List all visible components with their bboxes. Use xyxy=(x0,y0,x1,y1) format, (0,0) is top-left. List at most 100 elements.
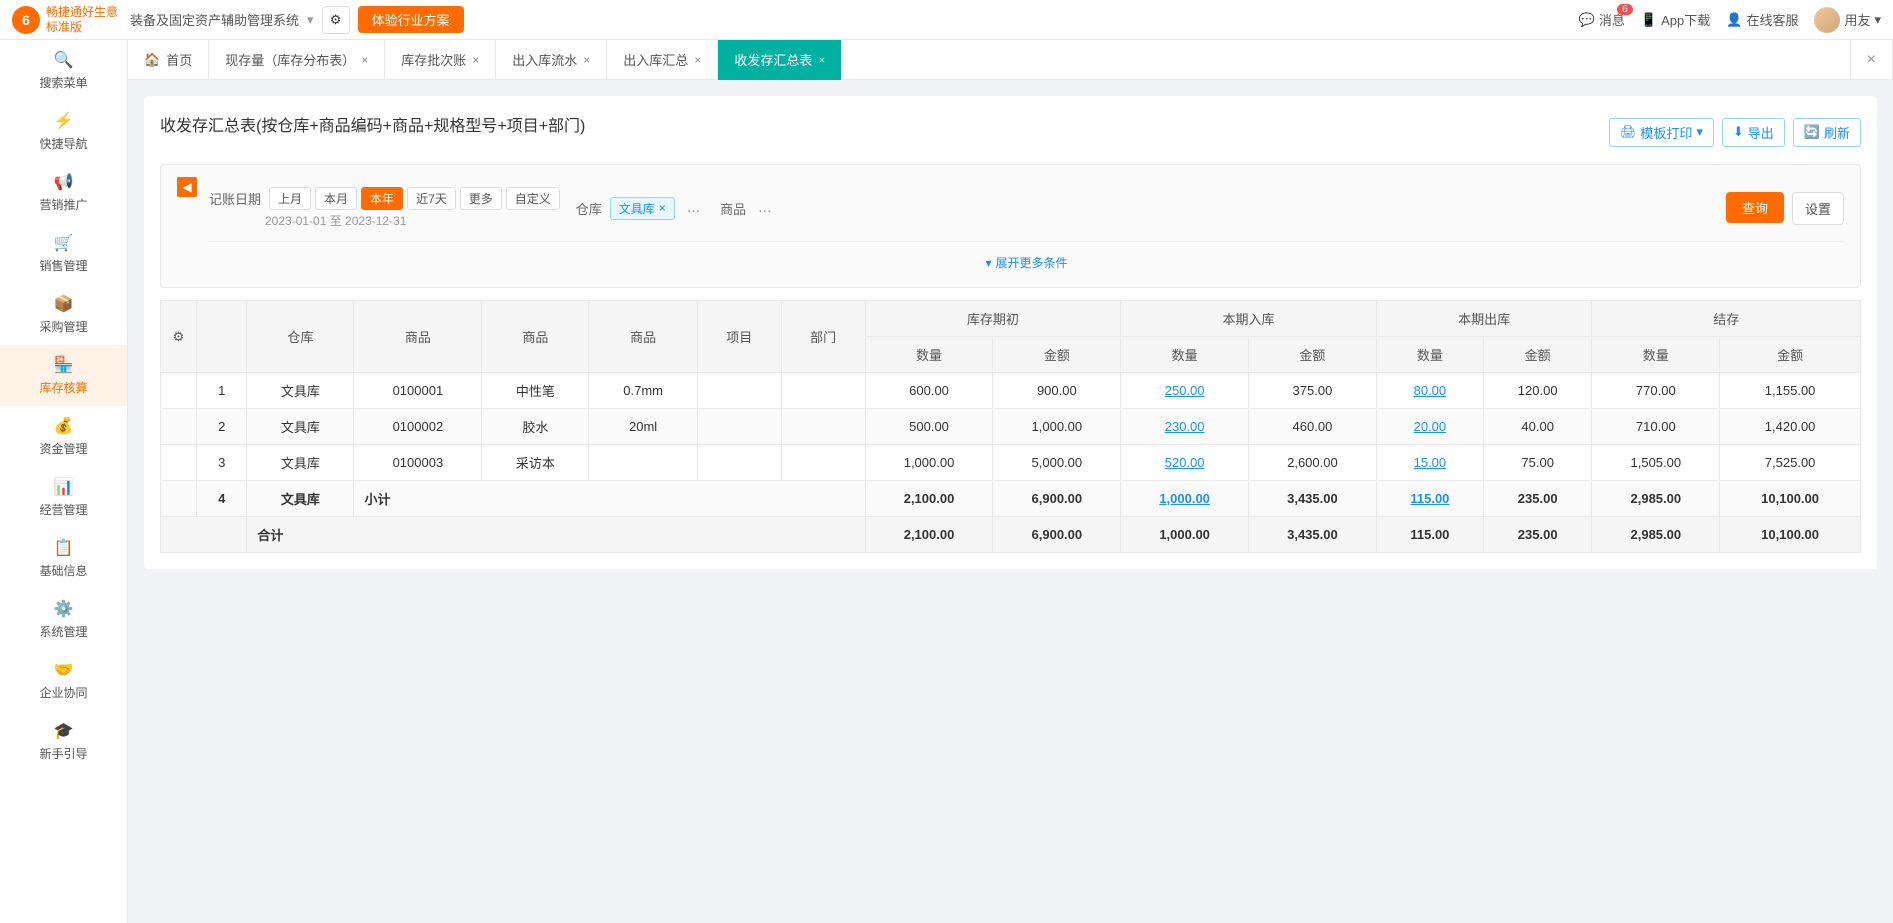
print-button[interactable]: 🖨 模板打印 ▾ xyxy=(1609,118,1714,147)
sidebar-item-marketing[interactable]: 📢 营销推广 xyxy=(0,162,127,223)
collapse-arrow[interactable]: ◀ xyxy=(177,177,197,197)
query-button[interactable]: 查询 xyxy=(1726,192,1784,223)
total-label xyxy=(161,517,247,553)
sidebar-item-system[interactable]: ⚙️ 系统管理 xyxy=(0,589,127,650)
sub-label: 小计 xyxy=(354,481,865,517)
date-range: 2023-01-01 至 2023-12-31 xyxy=(265,214,406,228)
warehouse-tag[interactable]: 文具库 × xyxy=(610,197,675,220)
tab-recv-send-summary[interactable]: 收发存汇总表 × xyxy=(718,40,842,80)
print-dropdown-arrow: ▾ xyxy=(1696,124,1703,140)
no-col-header xyxy=(197,301,247,373)
row-out-qty[interactable]: 15.00 xyxy=(1376,445,1483,481)
sidebar-item-label: 新手引导 xyxy=(39,745,87,762)
set-button[interactable]: 设置 xyxy=(1792,192,1844,225)
date-btn-custom[interactable]: 自定义 xyxy=(506,187,560,210)
main-layout: 🔍 搜索菜单 ⚡ 快捷导航 📢 营销推广 🛒 销售管理 📦 采购管理 🏪 xyxy=(0,40,1893,923)
in-group-header: 本期入库 xyxy=(1121,301,1377,337)
base-icon: 📋 xyxy=(54,538,74,558)
row-in-amount: 460.00 xyxy=(1249,409,1377,445)
avatar-image xyxy=(1814,7,1840,33)
warehouse-ellipsis[interactable]: ... xyxy=(683,199,704,217)
row-out-amount: 40.00 xyxy=(1483,409,1591,445)
tab-close-all[interactable]: × xyxy=(1850,40,1893,80)
row-open-qty: 500.00 xyxy=(865,409,993,445)
logo-text: 畅捷通好生意 标准版 xyxy=(46,5,118,34)
system-name-area: 装备及固定资产辅助管理系统 ▾ ⚙ 体验行业方案 xyxy=(130,6,1579,34)
tab-stock-dist[interactable]: 现存量（库存分布表） × xyxy=(209,40,385,80)
message-button[interactable]: 💬 消息 6 xyxy=(1579,10,1625,29)
sub-bal-amount: 10,100.00 xyxy=(1720,481,1861,517)
sidebar-item-purchase[interactable]: 📦 采购管理 xyxy=(0,284,127,345)
settings-col-header[interactable]: ⚙ xyxy=(161,301,197,373)
sidebar-item-guide[interactable]: 🎓 新手引导 xyxy=(0,711,127,772)
total-out-amount: 235.00 xyxy=(1483,517,1591,553)
row-warehouse: 文具库 xyxy=(247,445,354,481)
row-out-qty[interactable]: 80.00 xyxy=(1376,373,1483,409)
row-goods-code: 0100002 xyxy=(354,409,482,445)
tab-close-icon[interactable]: × xyxy=(818,53,825,67)
tab-in-out-summary[interactable]: 出入库汇总 × xyxy=(607,40,718,80)
tab-home[interactable]: 🏠 首页 xyxy=(128,40,209,80)
sidebar-item-enterprise[interactable]: 🤝 企业协同 xyxy=(0,650,127,711)
tab-label: 出入库汇总 xyxy=(623,50,688,69)
row-goods-code: 0100003 xyxy=(354,445,482,481)
sidebar-item-base[interactable]: 📋 基础信息 xyxy=(0,528,127,589)
sub-in-qty[interactable]: 1,000.00 xyxy=(1121,481,1249,517)
date-btn-this-month[interactable]: 本月 xyxy=(315,187,357,210)
row-in-qty[interactable]: 230.00 xyxy=(1121,409,1249,445)
tab-close-icon[interactable]: × xyxy=(361,53,368,67)
tab-close-icon[interactable]: × xyxy=(583,53,590,67)
warehouse-tag-close-icon[interactable]: × xyxy=(659,201,666,215)
inventory-icon: 🏪 xyxy=(54,355,74,375)
tab-close-icon[interactable]: × xyxy=(694,53,701,67)
sidebar-item-quick[interactable]: ⚡ 快捷导航 xyxy=(0,101,127,162)
sidebar-item-label: 营销推广 xyxy=(39,196,87,213)
date-btn-last-month[interactable]: 上月 xyxy=(269,187,311,210)
sidebar-item-label: 快捷导航 xyxy=(39,135,87,152)
sidebar-item-operations[interactable]: 📊 经营管理 xyxy=(0,467,127,528)
sidebar-item-finance[interactable]: 💰 资金管理 xyxy=(0,406,127,467)
system-dropdown-arrow[interactable]: ▾ xyxy=(307,12,314,28)
guide-icon: 🎓 xyxy=(54,721,74,741)
row-dept xyxy=(781,373,865,409)
row-bal-amount: 7,525.00 xyxy=(1720,445,1861,481)
marketing-icon: 📢 xyxy=(54,172,74,192)
date-btn-group: 上月 本月 本年 近7天 更多 自定义 xyxy=(269,187,560,210)
tab-batch-ledger[interactable]: 库存批次账 × xyxy=(385,40,496,80)
app-download-button[interactable]: 📱 App下载 xyxy=(1641,10,1710,29)
row-out-qty[interactable]: 20.00 xyxy=(1376,409,1483,445)
tab-label: 库存批次账 xyxy=(401,50,466,69)
online-service-button[interactable]: 👤 在线客服 xyxy=(1726,10,1798,29)
row-in-qty[interactable]: 520.00 xyxy=(1121,445,1249,481)
sidebar-item-label: 销售管理 xyxy=(39,257,87,274)
download-icon: 📱 xyxy=(1641,12,1657,28)
sidebar-item-inventory[interactable]: 🏪 库存核算 xyxy=(0,345,127,406)
refresh-button[interactable]: 🔄 刷新 xyxy=(1793,118,1861,147)
data-table: ⚙ 仓库 商品 商品 商品 项目 部门 库存期初 本期入库 xyxy=(160,300,1861,553)
total-in-amount: 3,435.00 xyxy=(1249,517,1377,553)
row-no: 3 xyxy=(197,445,247,481)
gear-button[interactable]: ⚙ xyxy=(322,6,350,34)
expand-button[interactable]: ▾ 展开更多条件 xyxy=(977,250,1075,275)
open-qty-header: 数量 xyxy=(865,337,993,373)
operations-icon: 📊 xyxy=(54,477,74,497)
date-btn-this-year[interactable]: 本年 xyxy=(361,187,403,210)
user-menu[interactable]: 用友 ▾ xyxy=(1814,7,1881,33)
total-bal-amount: 10,100.00 xyxy=(1720,517,1861,553)
goods-ellipsis[interactable]: ... xyxy=(754,199,775,217)
date-btn-more[interactable]: 更多 xyxy=(460,187,502,210)
sidebar-item-sales[interactable]: 🛒 销售管理 xyxy=(0,223,127,284)
out-group-header: 本期出库 xyxy=(1376,301,1592,337)
export-button[interactable]: ⬇ 导出 xyxy=(1722,118,1785,147)
sub-out-qty[interactable]: 115.00 xyxy=(1376,481,1483,517)
finance-icon: 💰 xyxy=(54,416,74,436)
trial-button[interactable]: 体验行业方案 xyxy=(358,6,464,33)
row-no: 2 xyxy=(197,409,247,445)
sidebar-item-search[interactable]: 🔍 搜索菜单 xyxy=(0,40,127,101)
tab-close-icon[interactable]: × xyxy=(472,53,479,67)
row-in-qty[interactable]: 250.00 xyxy=(1121,373,1249,409)
date-btn-7days[interactable]: 近7天 xyxy=(407,187,456,210)
tab-in-out-flow[interactable]: 出入库流水 × xyxy=(496,40,607,80)
row-project xyxy=(697,409,781,445)
home-icon: 🏠 xyxy=(144,52,160,68)
